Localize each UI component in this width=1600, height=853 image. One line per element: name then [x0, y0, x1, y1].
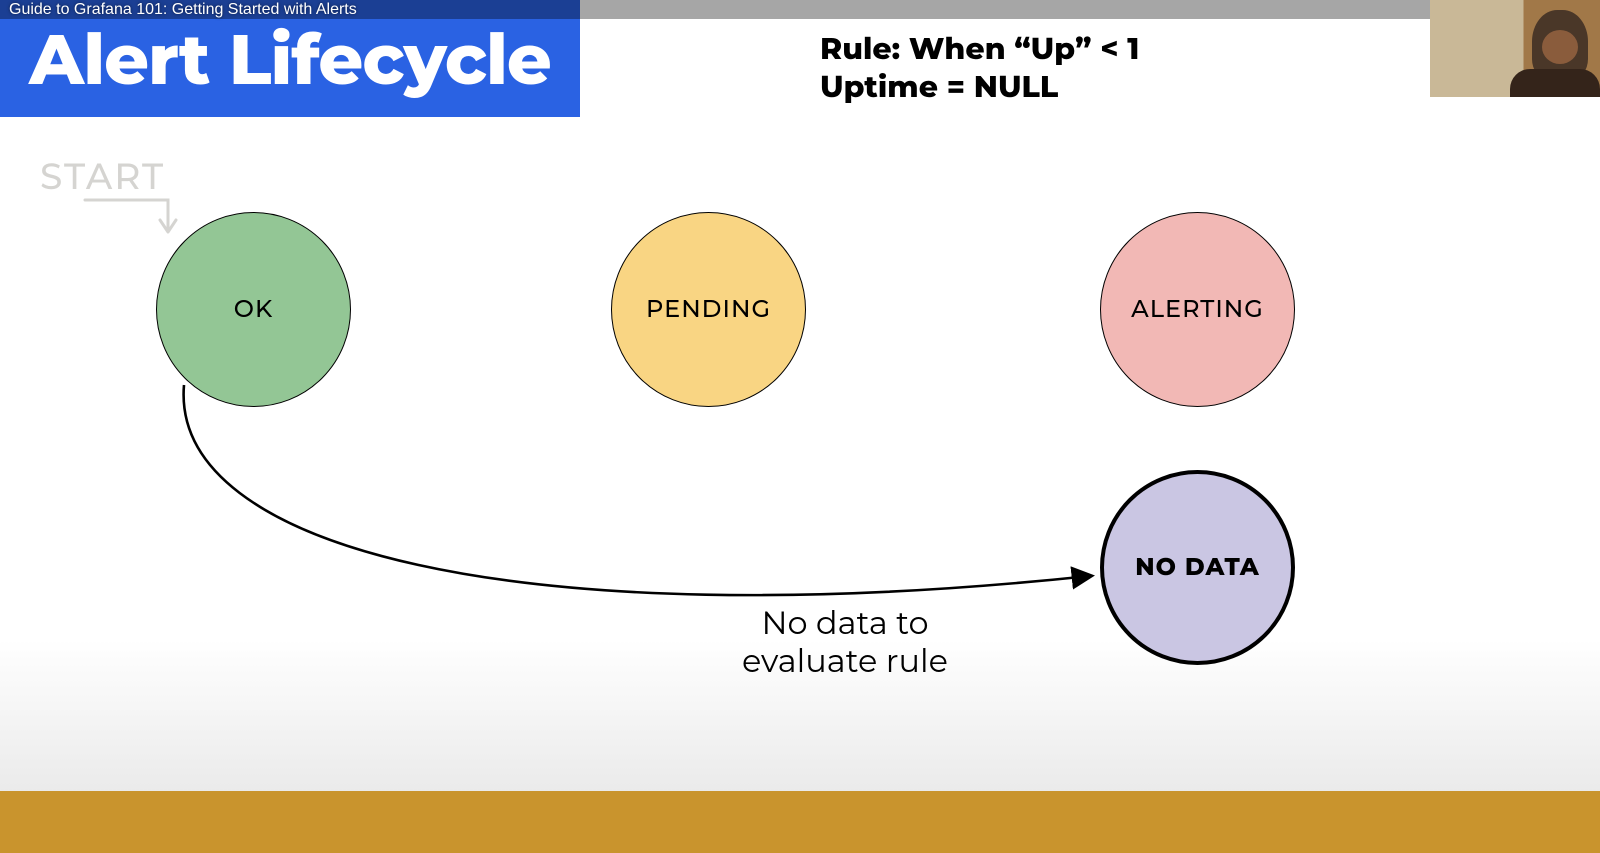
presenter-webcam — [1430, 0, 1600, 97]
state-alerting: ALERTING — [1100, 212, 1295, 407]
state-no-data: NO DATA — [1100, 470, 1295, 665]
state-alerting-label: ALERTING — [1131, 295, 1264, 324]
rule-line-2: Uptime = NULL — [820, 68, 1139, 106]
state-ok-label: OK — [234, 295, 273, 324]
slide-title: Alert Lifecycle — [29, 16, 551, 102]
transition-label-line-2: evaluate rule — [665, 643, 1025, 681]
webcam-face-silhouette — [1542, 30, 1578, 64]
state-pending: PENDING — [611, 212, 806, 407]
start-arrow-icon — [80, 198, 180, 240]
transition-label-line-1: No data to — [665, 605, 1025, 643]
bottom-accent-bar — [0, 791, 1600, 853]
rule-text: Rule: When “Up” < 1 Uptime = NULL — [820, 30, 1139, 105]
rule-line-1: Rule: When “Up” < 1 — [820, 30, 1139, 68]
video-caption: Guide to Grafana 101: Getting Started wi… — [9, 1, 357, 19]
webcam-body-silhouette — [1510, 69, 1600, 97]
state-pending-label: PENDING — [646, 295, 771, 324]
state-ok: OK — [156, 212, 351, 407]
transition-label: No data to evaluate rule — [665, 605, 1025, 682]
start-label: START — [40, 155, 165, 199]
state-no-data-label: NO DATA — [1135, 553, 1260, 582]
